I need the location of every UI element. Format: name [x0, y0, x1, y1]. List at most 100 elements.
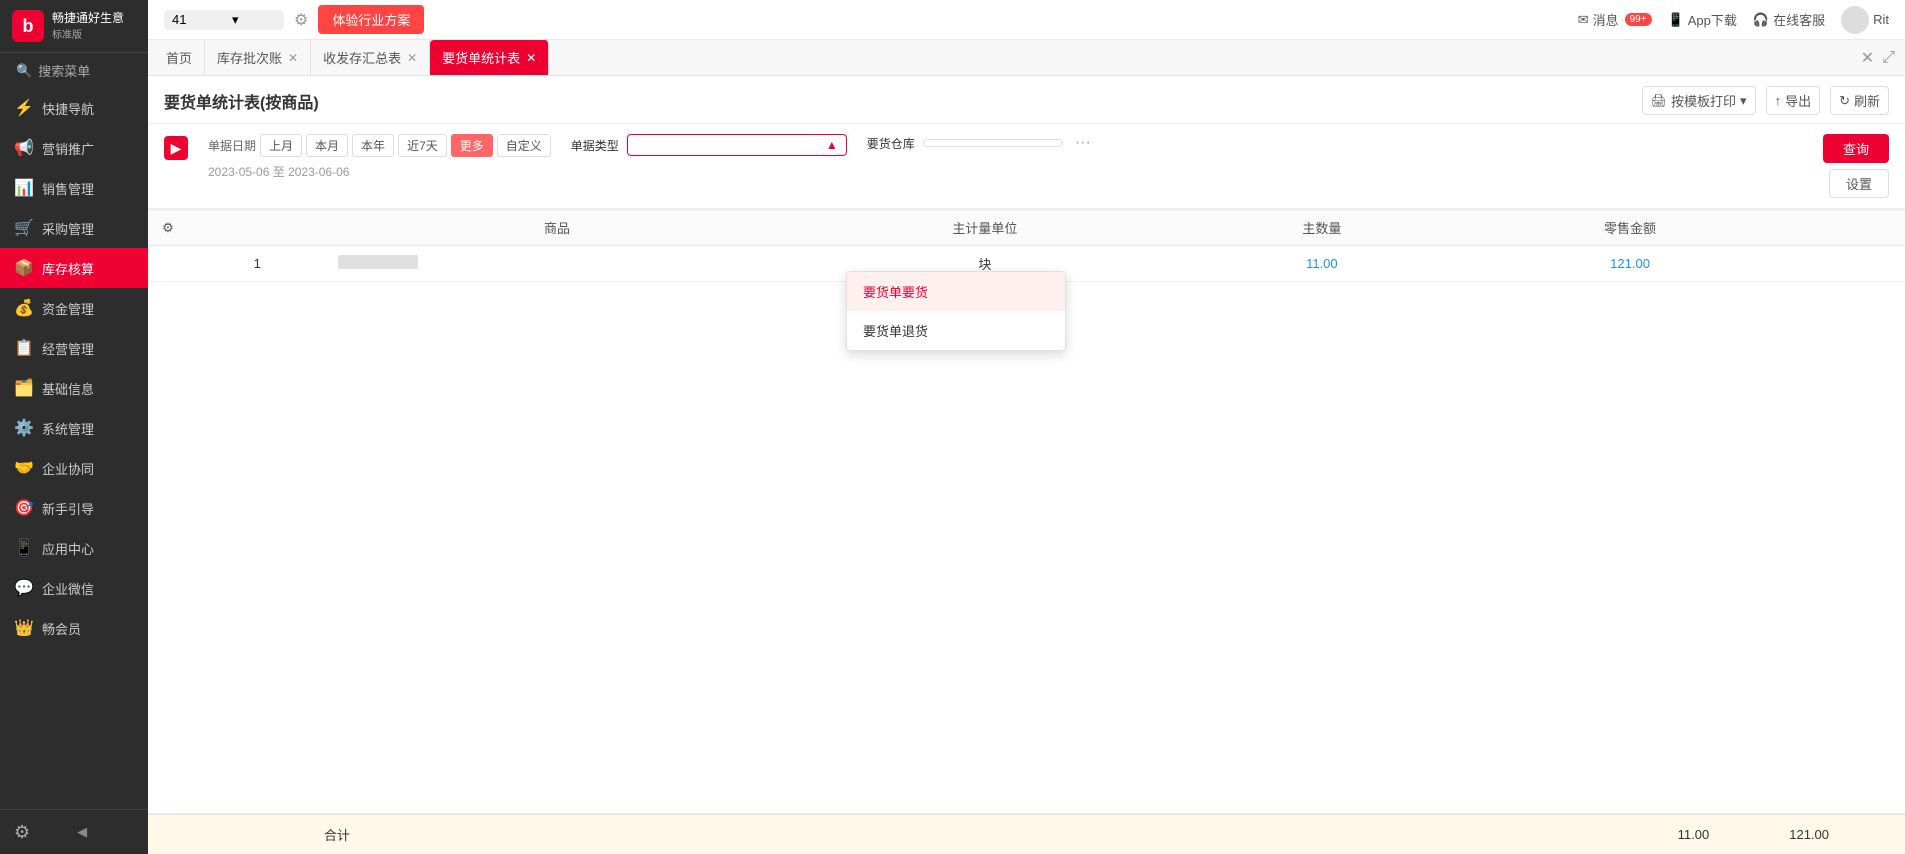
search-icon: 🔍: [16, 63, 32, 79]
sidebar-item-system[interactable]: ⚙️ 系统管理: [0, 408, 148, 448]
tab-order-stat[interactable]: 要货单统计表 ✕: [430, 40, 549, 75]
table-footer: 合计 11.00 121.00: [148, 813, 1905, 854]
warehouse-input[interactable]: [923, 139, 1063, 147]
collapse-button[interactable]: ◀: [30, 820, 134, 844]
sidebar-item-sales[interactable]: 📊 销售管理: [0, 168, 148, 208]
export-button[interactable]: ↑ 导出: [1766, 86, 1821, 115]
app-subtitle: 标准版: [52, 26, 124, 41]
col-quantity: 主数量: [1182, 210, 1461, 246]
warehouse-label: 要货仓库: [867, 135, 915, 152]
online-service-button[interactable]: 🎧 在线客服: [1753, 10, 1825, 29]
refresh-button[interactable]: ↻ 刷新: [1830, 86, 1889, 115]
sidebar-item-finance[interactable]: 💰 资金管理: [0, 288, 148, 328]
sidebar-label-wechat: 企业微信: [42, 579, 94, 598]
chevron-down-icon[interactable]: ▾: [232, 12, 239, 28]
sidebar-item-guide[interactable]: 🎯 新手引导: [0, 488, 148, 528]
sidebar-label-basic: 基础信息: [42, 379, 94, 398]
tab-home[interactable]: 首页: [158, 40, 205, 75]
app-download-button[interactable]: 📱 App下载: [1668, 10, 1737, 29]
date-range-display: 2023-05-06 至 2023-06-06: [208, 163, 551, 180]
row-1-amount-link[interactable]: 121.00: [1610, 256, 1650, 271]
query-button[interactable]: 查询: [1823, 134, 1889, 163]
tab-close-window-icon[interactable]: ✕: [1861, 48, 1874, 68]
topbar-right: ✉ 消息 99+ 📱 App下载 🎧 在线客服 Rit: [1578, 6, 1889, 34]
print-template-button[interactable]: 🖨 按模板打印 ▾: [1642, 86, 1756, 115]
sidebar-item-appcenter[interactable]: 📱 应用中心: [0, 528, 148, 568]
sidebar-item-basic[interactable]: 🗂️ 基础信息: [0, 368, 148, 408]
date-btn-custom[interactable]: 自定义: [497, 134, 551, 157]
tab-batch-label: 库存批次账: [217, 48, 282, 67]
sidebar-item-marketing[interactable]: 📢 营销推广: [0, 128, 148, 168]
table-header-row: ⚙ 商品 主计量单位 主数量 零售金额: [148, 210, 1905, 246]
tab-batch-close-icon[interactable]: ✕: [288, 51, 298, 65]
headset-icon: 🎧: [1753, 12, 1769, 28]
col-product: 商品: [326, 210, 787, 246]
trial-button[interactable]: 体验行业方案: [318, 5, 424, 34]
tab-batch[interactable]: 库存批次账 ✕: [205, 40, 311, 75]
sidebar-item-shortcut[interactable]: ⚡ 快捷导航: [0, 88, 148, 128]
type-caret-up-icon[interactable]: ▲: [826, 138, 838, 152]
date-btn-7days[interactable]: 近7天: [398, 134, 447, 157]
user-avatar[interactable]: Rit: [1841, 6, 1889, 34]
gear-icon[interactable]: ⚙: [294, 10, 308, 30]
total-quantity: 11.00: [1678, 827, 1710, 842]
filter-warehouse-group: 要货仓库 ···: [867, 134, 1091, 152]
search-menu[interactable]: 🔍 搜索菜单: [0, 53, 148, 88]
row-1-quantity-link[interactable]: 11.00: [1306, 256, 1338, 271]
filter-actions: 查询 设置: [1823, 134, 1889, 198]
sidebar-label-member: 畅会员: [42, 619, 81, 638]
sidebar-item-operation[interactable]: 📋 经营管理: [0, 328, 148, 368]
date-btn-last-month[interactable]: 上月: [260, 134, 302, 157]
print-template-label: 按模板打印: [1671, 91, 1736, 110]
total-values: 11.00 121.00: [1678, 827, 1829, 842]
dropdown-item-order[interactable]: 要货单要货: [847, 272, 1065, 311]
sidebar-item-inventory[interactable]: 📦 库存核算: [0, 248, 148, 288]
online-service-label: 在线客服: [1773, 10, 1825, 29]
app-title: 畅捷通好生意: [52, 11, 124, 27]
filter-settings-button[interactable]: 设置: [1829, 169, 1889, 198]
date-btn-current-month[interactable]: 本月: [306, 134, 348, 157]
operation-icon: 📋: [14, 338, 34, 358]
sidebar-label-marketing: 营销推广: [42, 139, 94, 158]
tab-home-label: 首页: [166, 48, 192, 67]
col-amount: 零售金额: [1462, 210, 1799, 246]
sidebar-item-purchase[interactable]: 🛒 采购管理: [0, 208, 148, 248]
tab-receivable-label: 收发存汇总表: [323, 48, 401, 67]
refresh-label: 刷新: [1854, 91, 1880, 110]
basic-icon: 🗂️: [14, 378, 34, 398]
message-badge: 99+: [1625, 13, 1652, 26]
type-select-box[interactable]: ▲: [627, 134, 847, 156]
row-1-no: 1: [188, 246, 326, 282]
page-content: 要货单统计表(按商品) 🖨 按模板打印 ▾ ↑ 导出 ↻ 刷新 ▶: [148, 76, 1905, 854]
row-1-extra: [1799, 246, 1905, 282]
inventory-icon: 📦: [14, 258, 34, 278]
sidebar-label-guide: 新手引导: [42, 499, 94, 518]
dropdown-item-return[interactable]: 要货单退货: [847, 311, 1065, 350]
message-button[interactable]: ✉ 消息 99+: [1578, 10, 1652, 29]
tab-expand-icon[interactable]: ⤢: [1882, 49, 1895, 67]
download-icon: 📱: [1668, 12, 1684, 28]
settings-icon[interactable]: ⚙: [14, 822, 30, 843]
date-btn-year[interactable]: 本年: [352, 134, 394, 157]
chevron-down-icon[interactable]: ▾: [1740, 93, 1747, 109]
col-unit: 主计量单位: [788, 210, 1183, 246]
tab-count-area[interactable]: ▾: [164, 10, 284, 30]
tab-count-input[interactable]: [172, 12, 232, 27]
sidebar-item-enterprise[interactable]: 🤝 企业协同: [0, 448, 148, 488]
filter-expand-button[interactable]: ▶: [164, 136, 188, 160]
filter-type-group: 单据类型 ▲: [571, 134, 847, 156]
sidebar-item-wechat[interactable]: 💬 企业微信: [0, 568, 148, 608]
col-settings[interactable]: ⚙: [148, 210, 188, 246]
purchase-icon: 🛒: [14, 218, 34, 238]
date-btn-more[interactable]: 更多: [451, 134, 493, 157]
tab-receivable[interactable]: 收发存汇总表 ✕: [311, 40, 430, 75]
tab-order-stat-close-icon[interactable]: ✕: [526, 51, 536, 65]
sidebar-label-operation: 经营管理: [42, 339, 94, 358]
topbar-left: ▾ ⚙ 体验行业方案: [164, 5, 1578, 34]
sidebar-footer: ⚙ ◀: [0, 809, 148, 854]
warehouse-more-icon[interactable]: ···: [1075, 134, 1091, 152]
main-area: ▾ ⚙ 体验行业方案 ✉ 消息 99+ 📱 App下载 🎧 在线客服 Rit: [148, 0, 1905, 854]
total-label: 合计: [324, 825, 350, 844]
sidebar-item-member[interactable]: 👑 畅会员: [0, 608, 148, 648]
tab-receivable-close-icon[interactable]: ✕: [407, 51, 417, 65]
